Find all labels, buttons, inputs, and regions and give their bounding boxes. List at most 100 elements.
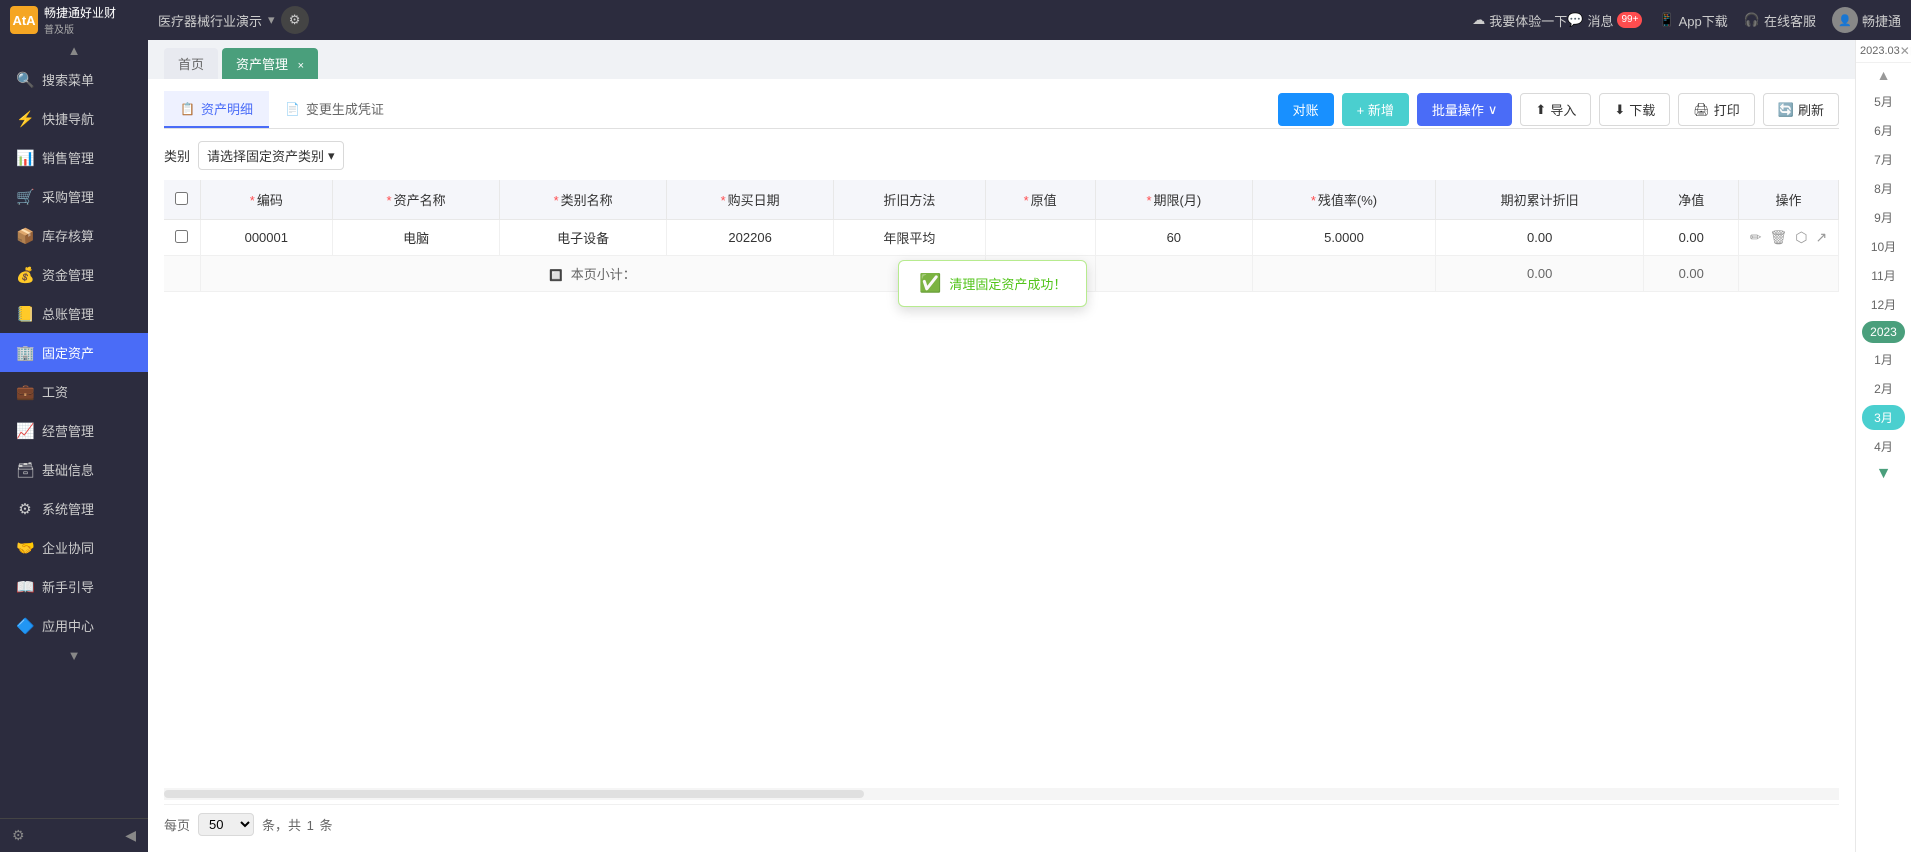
- tip-area[interactable]: ☁ 我要体验一下: [1472, 11, 1567, 30]
- row-code: 000001: [200, 220, 333, 256]
- sidebar-item-business[interactable]: 📈 经营管理: [0, 411, 148, 450]
- batch-ops-button[interactable]: 批量操作 ∨: [1417, 93, 1513, 126]
- sidebar-collapse-icon[interactable]: ◀: [125, 827, 136, 844]
- customer-service-button[interactable]: 🎧 在线客服: [1744, 11, 1816, 30]
- fixed-assets-icon: 🏢: [16, 344, 34, 362]
- row-residual-rate: 5.0000: [1253, 220, 1436, 256]
- row-checkbox[interactable]: [175, 230, 188, 243]
- category-chevron-icon: ▾: [328, 148, 335, 164]
- user-menu-button[interactable]: 👤 畅捷通: [1832, 7, 1901, 33]
- sidebar-item-label-quick-nav: 快捷导航: [42, 109, 94, 128]
- sidebar-item-label-base-info: 基础信息: [42, 460, 94, 479]
- category-select[interactable]: 请选择固定资产类别 ▾: [198, 141, 344, 170]
- import-button[interactable]: ⬆ 导入: [1520, 93, 1591, 126]
- finance-icon: 💰: [16, 266, 34, 284]
- message-icon: 💬: [1567, 12, 1583, 28]
- calendar-month-11[interactable]: 11月: [1856, 261, 1911, 290]
- tab-home[interactable]: 首页: [164, 48, 218, 79]
- sidebar-item-finance[interactable]: 💰 资金管理: [0, 255, 148, 294]
- quick-nav-icon: ⚡: [16, 110, 34, 128]
- sidebar-item-fixed-assets[interactable]: 🏢 固定资产: [0, 333, 148, 372]
- col-code: *编码: [200, 180, 333, 220]
- sidebar-item-label-guide: 新手引导: [42, 577, 94, 596]
- delete-icon[interactable]: 🗑: [1769, 229, 1787, 246]
- sidebar-item-label-finance: 资金管理: [42, 265, 94, 284]
- sidebar-item-label-app-center: 应用中心: [42, 616, 94, 635]
- sidebar-settings-icon[interactable]: ⚙: [12, 827, 25, 844]
- sidebar-scroll-up[interactable]: ▲: [0, 40, 148, 60]
- inventory-icon: 📦: [16, 227, 34, 245]
- tab-asset-mgmt[interactable]: 资产管理 ×: [222, 48, 318, 79]
- sidebar-item-payroll[interactable]: 💼 工资: [0, 372, 148, 411]
- app-center-icon: 🔷: [16, 617, 34, 635]
- calendar-panel-header: 2023.03 ✕ ⊡: [1856, 40, 1911, 63]
- new-button[interactable]: + 新增: [1342, 93, 1409, 126]
- copy-icon[interactable]: ⬡: [1795, 229, 1807, 246]
- refresh-button[interactable]: 🔄 刷新: [1763, 93, 1839, 126]
- print-button[interactable]: 🖨 打印: [1678, 93, 1755, 126]
- subtotal-icon: 🔲: [549, 270, 563, 282]
- row-initial-depreciation: 0.00: [1435, 220, 1644, 256]
- calendar-month-3-current[interactable]: 3月: [1862, 405, 1905, 430]
- row-category: 电子设备: [500, 220, 667, 256]
- calendar-month-5[interactable]: 5月: [1856, 87, 1911, 116]
- user-avatar: 👤: [1832, 7, 1858, 33]
- calendar-year-badge[interactable]: 2023: [1862, 321, 1905, 343]
- calendar-month-2[interactable]: 2月: [1856, 374, 1911, 403]
- calendar-month-12[interactable]: 12月: [1856, 290, 1911, 319]
- ledger-icon: 📒: [16, 305, 34, 323]
- edit-icon[interactable]: ✏: [1750, 229, 1762, 246]
- sidebar-item-inventory[interactable]: 📦 库存核算: [0, 216, 148, 255]
- tab-asset-mgmt-close-icon[interactable]: ×: [298, 60, 304, 72]
- calendar-month-6[interactable]: 6月: [1856, 116, 1911, 145]
- asset-detail-icon: 📋: [180, 102, 195, 116]
- top-bar: AtA 畅捷通好业财 普及版 医疗器械行业演示 ▾ ⚙ ☁ 我要体验一下 💬 消…: [0, 0, 1911, 40]
- calendar-nav-up[interactable]: ▲: [1856, 63, 1911, 87]
- sidebar-item-ledger[interactable]: 📒 总账管理: [0, 294, 148, 333]
- calendar-close-icon[interactable]: ✕: [1900, 44, 1910, 58]
- app-edition: 普及版: [44, 21, 116, 36]
- sub-tab-asset-detail[interactable]: 📋 资产明细: [164, 91, 269, 128]
- sub-tab-change-voucher[interactable]: 📄 变更生成凭证: [269, 91, 400, 128]
- sidebar: ▲ 🔍 搜索菜单 ⚡ 快捷导航 📊 销售管理 🛒 采购管理 📦 库存核算 💰 资…: [0, 40, 148, 852]
- category-placeholder: 请选择固定资产类别: [207, 146, 324, 165]
- reconcile-button[interactable]: 对账: [1278, 93, 1334, 126]
- sidebar-item-app-center[interactable]: 🔷 应用中心: [0, 606, 148, 645]
- sidebar-scroll-down[interactable]: ▼: [0, 645, 148, 665]
- calendar-month-10[interactable]: 10月: [1856, 232, 1911, 261]
- sidebar-item-sales[interactable]: 📊 销售管理: [0, 138, 148, 177]
- total-label: 条，共 1 条: [262, 815, 333, 834]
- sidebar-item-guide[interactable]: 📖 新手引导: [0, 567, 148, 606]
- download-button[interactable]: ⬇ 下载: [1599, 93, 1670, 126]
- calendar-month-1[interactable]: 1月: [1856, 345, 1911, 374]
- sidebar-item-cooperation[interactable]: 🤝 企业协同: [0, 528, 148, 567]
- calendar-month-8[interactable]: 8月: [1856, 174, 1911, 203]
- sidebar-item-quick-nav[interactable]: ⚡ 快捷导航: [0, 99, 148, 138]
- calendar-nav-down[interactable]: ▼: [1856, 461, 1911, 487]
- sidebar-item-label-payroll: 工资: [42, 382, 68, 401]
- per-page-select[interactable]: 50 100 200: [198, 813, 254, 836]
- select-all-checkbox[interactable]: [175, 192, 188, 205]
- col-category: *类别名称: [500, 180, 667, 220]
- calendar-month-9[interactable]: 9月: [1856, 203, 1911, 232]
- sidebar-item-system[interactable]: ⚙ 系统管理: [0, 489, 148, 528]
- more-icon[interactable]: ↗: [1816, 229, 1828, 246]
- row-action-icons: ✏ 🗑 ⬡ ↗: [1747, 229, 1830, 246]
- business-icon: 📈: [16, 422, 34, 440]
- col-action: 操作: [1739, 180, 1839, 220]
- row-depreciation-method: 年限平均: [834, 220, 986, 256]
- message-button[interactable]: 💬 消息 99+: [1567, 11, 1642, 30]
- company-gear-button[interactable]: ⚙: [281, 6, 309, 34]
- calendar-month-4[interactable]: 4月: [1856, 432, 1911, 461]
- col-name: *资产名称: [333, 180, 500, 220]
- sidebar-item-search-menu[interactable]: 🔍 搜索菜单: [0, 60, 148, 99]
- horizontal-scrollbar[interactable]: [164, 788, 1839, 800]
- calendar-month-7[interactable]: 7月: [1856, 145, 1911, 174]
- company-selector[interactable]: 医疗器械行业演示 ▾ ⚙: [158, 6, 1460, 34]
- sidebar-item-purchase[interactable]: 🛒 采购管理: [0, 177, 148, 216]
- category-label: 类别: [164, 146, 190, 165]
- sidebar-item-base-info[interactable]: 🗃 基础信息: [0, 450, 148, 489]
- app-download-button[interactable]: 📱 App下载: [1658, 11, 1727, 30]
- sidebar-item-label-search-menu: 搜索菜单: [42, 70, 94, 89]
- cooperation-icon: 🤝: [16, 539, 34, 557]
